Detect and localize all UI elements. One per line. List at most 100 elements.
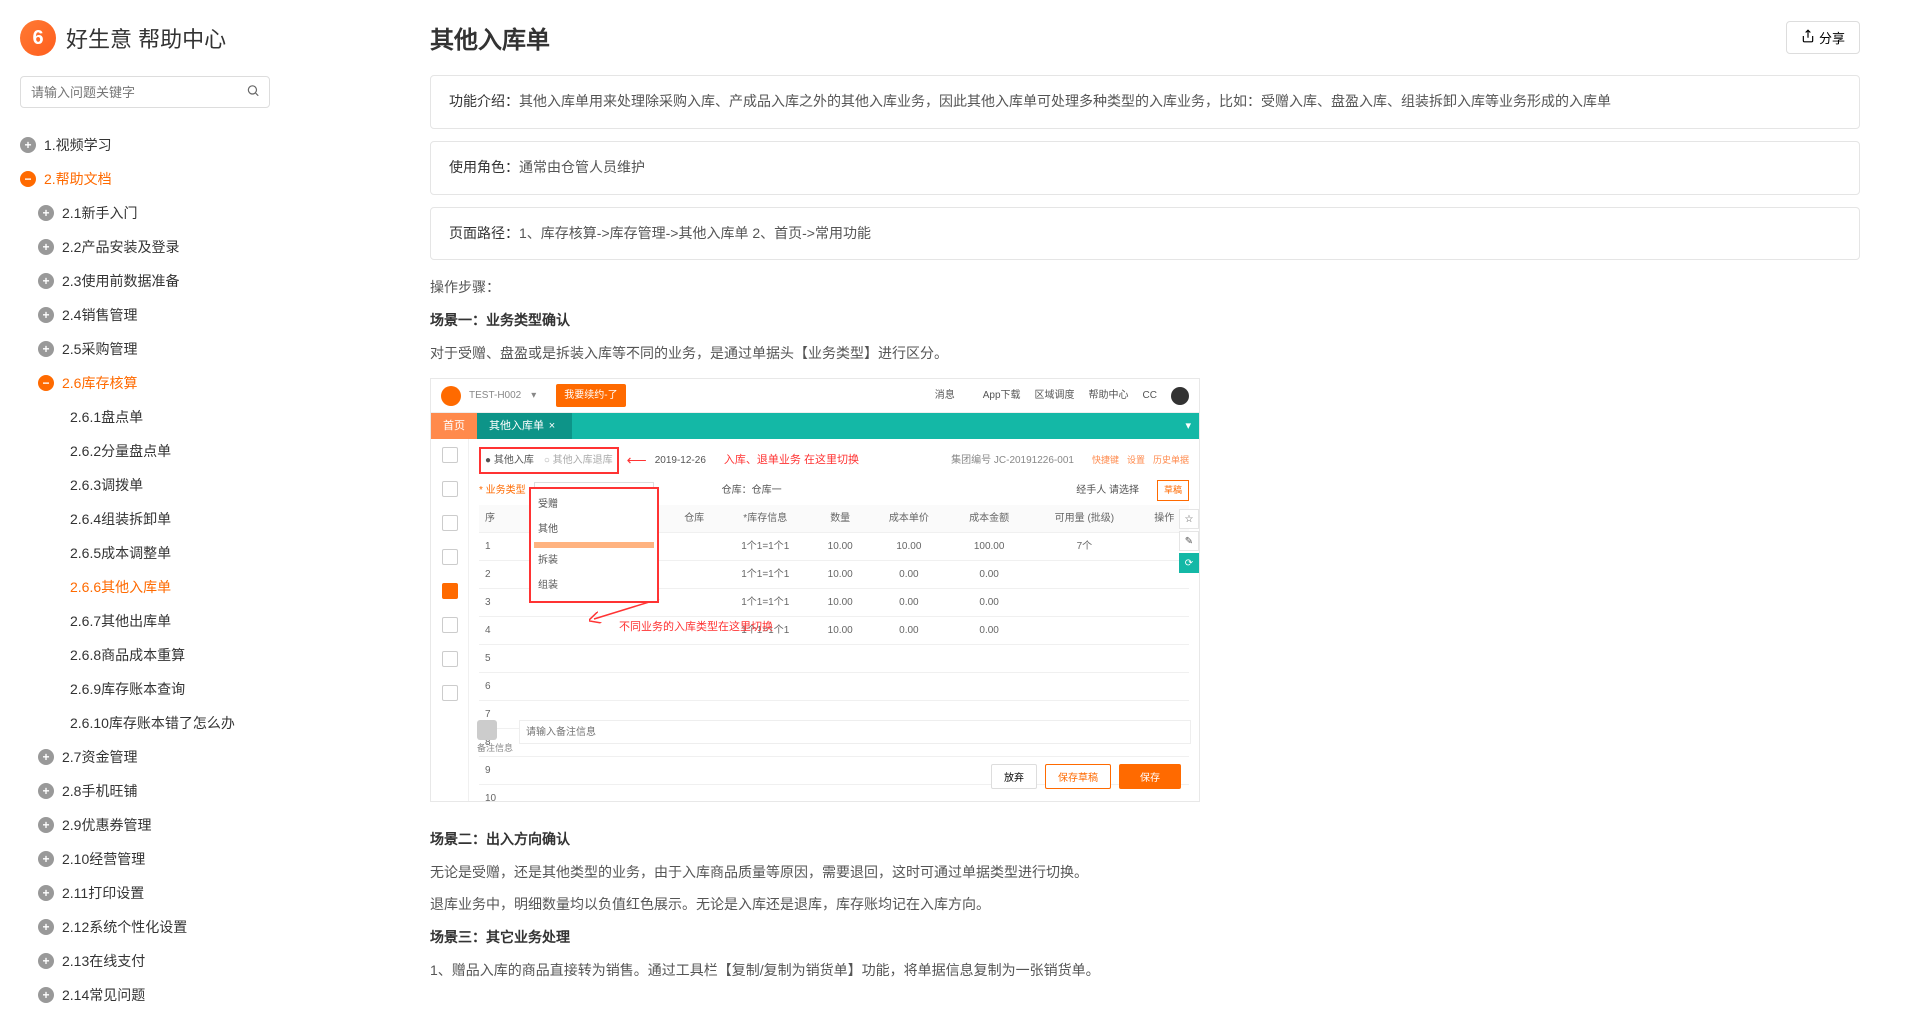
ss-panel-btn: ✎ [1179, 531, 1199, 551]
ss-comment-area: 备注信息 [469, 716, 1199, 761]
nav-item-label: 2.12系统个性化设置 [62, 917, 187, 937]
nav-item[interactable]: +2.13在线支付 [20, 944, 270, 978]
ss-nav-icon-active [442, 583, 458, 599]
ss-table-header: 成本金额 [949, 505, 1029, 533]
ss-table-cell: 0.00 [949, 561, 1029, 589]
nav-item[interactable]: 2.6.3调拨单 [20, 468, 270, 502]
ss-tabs: 首页 其他入库单 × ▾ [431, 413, 1199, 439]
ss-table-cell: 1 [479, 533, 509, 561]
search-icon[interactable] [246, 84, 260, 101]
ss-panel-btn: ⟳ [1179, 553, 1199, 573]
nav-item[interactable]: 2.6.8商品成本重算 [20, 638, 270, 672]
ss-table-cell [1029, 561, 1139, 589]
role-label: 使用角色： [449, 159, 519, 175]
nav-item-label: 1.视频学习 [44, 135, 112, 155]
nav-item[interactable]: 2.6.4组装拆卸单 [20, 502, 270, 536]
sidebar: 6 好生意 帮助中心 +1.视频学习−2.帮助文档+2.1新手入门+2.2产品安… [0, 0, 290, 1032]
nav-item[interactable]: 2.6.7其他出库单 [20, 604, 270, 638]
nav-item[interactable]: −2.帮助文档 [20, 162, 270, 196]
ss-table-header: 序 [479, 505, 509, 533]
nav-item[interactable]: +2.8手机旺铺 [20, 774, 270, 808]
nav-item[interactable]: +2.11打印设置 [20, 876, 270, 910]
expand-icon: + [38, 307, 54, 323]
ss-radio-in: ● 其他入库 [485, 451, 534, 470]
nav-item[interactable]: +2.1新手入门 [20, 196, 270, 230]
ss-operator: 经手人 请选择 [1076, 481, 1139, 500]
ss-tab-current-label: 其他入库单 [489, 416, 544, 437]
ss-dropdown-item: 组装 [534, 573, 654, 598]
note-icon [477, 720, 497, 740]
ss-nav-icon [442, 617, 458, 633]
ss-table-cell: 100.00 [949, 533, 1029, 561]
nav-item[interactable]: 2.6.1盘点单 [20, 400, 270, 434]
path-text: 1、库存核算->库存管理->其他入库单 2、首页->常用功能 [519, 225, 871, 241]
logo-area: 6 好生意 帮助中心 [20, 20, 270, 56]
nav-item[interactable]: +2.2产品安装及登录 [20, 230, 270, 264]
ss-table-cell [670, 589, 719, 617]
ss-expire: 我要续约-了 [556, 384, 625, 407]
expand-icon: + [38, 817, 54, 833]
share-icon [1801, 29, 1815, 46]
search-input[interactable] [20, 76, 270, 108]
nav-item[interactable]: +2.5采购管理 [20, 332, 270, 366]
nav-item-label: 2.7资金管理 [62, 747, 137, 767]
nav-list: +1.视频学习−2.帮助文档+2.1新手入门+2.2产品安装及登录+2.3使用前… [20, 128, 270, 1012]
chevron-down-icon: ▾ [1177, 416, 1199, 437]
logo-icon: 6 [20, 20, 56, 56]
nav-item[interactable]: +2.9优惠券管理 [20, 808, 270, 842]
ss-table-cell: 4 [479, 617, 509, 645]
ss-nav-icon [442, 481, 458, 497]
ss-table-cell: 10.00 [812, 533, 869, 561]
ss-table-cell: 10.00 [869, 533, 949, 561]
nav-item[interactable]: +2.4销售管理 [20, 298, 270, 332]
nav-item[interactable]: +2.12系统个性化设置 [20, 910, 270, 944]
nav-item-label: 2.14常见问题 [62, 985, 145, 1005]
expand-icon: + [38, 885, 54, 901]
nav-item[interactable]: 2.6.9库存账本查询 [20, 672, 270, 706]
ss-save-draft-button: 保存草稿 [1045, 764, 1111, 789]
ss-comment-input [519, 720, 1191, 744]
nav-item[interactable]: 2.6.2分量盘点单 [20, 434, 270, 468]
ss-date: 2019-12-26 [655, 451, 706, 470]
info-function: 功能介绍：其他入库单用来处理除采购入库、产成品入库之外的其他入库业务，因此其他入… [430, 75, 1860, 129]
expand-icon: + [38, 987, 54, 1003]
ss-radio-out: ○ 其他入库退库 [544, 451, 613, 470]
ss-table-cell [1029, 589, 1139, 617]
ss-table-cell [670, 561, 719, 589]
expand-icon: + [38, 273, 54, 289]
nav-item-label: 2.5采购管理 [62, 339, 137, 359]
nav-item[interactable]: −2.6库存核算 [20, 366, 270, 400]
ss-table-header: 成本单价 [869, 505, 949, 533]
ss-table-cell: 10.00 [812, 589, 869, 617]
nav-item-label: 2.6.7其他出库单 [70, 611, 171, 631]
ss-toolbar-item: 快捷键 [1092, 452, 1119, 469]
expand-icon: + [38, 953, 54, 969]
nav-item[interactable]: +2.14常见问题 [20, 978, 270, 1012]
nav-item[interactable]: +2.7资金管理 [20, 740, 270, 774]
nav-item-label: 2.1新手入门 [62, 203, 137, 223]
main-content: 其他入库单 分享 功能介绍：其他入库单用来处理除采购入库、产成品入库之外的其他入… [290, 0, 1920, 1032]
ss-toolbar-right: 快捷键 设置 历史单据 [1092, 452, 1189, 469]
ss-annotation-1: 入库、退单业务 在这里切换 [724, 450, 859, 471]
ss-top-link: CC [1143, 386, 1157, 405]
nav-item[interactable]: 2.6.5成本调整单 [20, 536, 270, 570]
ss-top-link: 区域调度 [1035, 386, 1075, 405]
ss-comment-label: 备注信息 [477, 740, 513, 757]
nav-item-label: 2.8手机旺铺 [62, 781, 137, 801]
nav-item-label: 2.6.8商品成本重算 [70, 645, 185, 665]
scene1-title: 场景一：业务类型确认 [430, 307, 1860, 334]
ss-table-header: *库存信息 [719, 505, 812, 533]
ss-panel-btn: ☆ [1179, 509, 1199, 529]
nav-item[interactable]: +1.视频学习 [20, 128, 270, 162]
ss-table-cell: 1个1=1个1 [719, 533, 812, 561]
nav-item[interactable]: +2.3使用前数据准备 [20, 264, 270, 298]
role-text: 通常由仓管人员维护 [519, 159, 645, 175]
nav-item[interactable]: 2.6.10库存账本错了怎么办 [20, 706, 270, 740]
collapse-icon: − [20, 171, 36, 187]
nav-item[interactable]: 2.6.6其他入库单 [20, 570, 270, 604]
nav-item-label: 2.2产品安装及登录 [62, 237, 179, 257]
ss-toolbar-item: 设置 [1127, 452, 1145, 469]
collapse-icon: − [38, 375, 54, 391]
nav-item[interactable]: +2.10经营管理 [20, 842, 270, 876]
share-button[interactable]: 分享 [1786, 21, 1860, 54]
